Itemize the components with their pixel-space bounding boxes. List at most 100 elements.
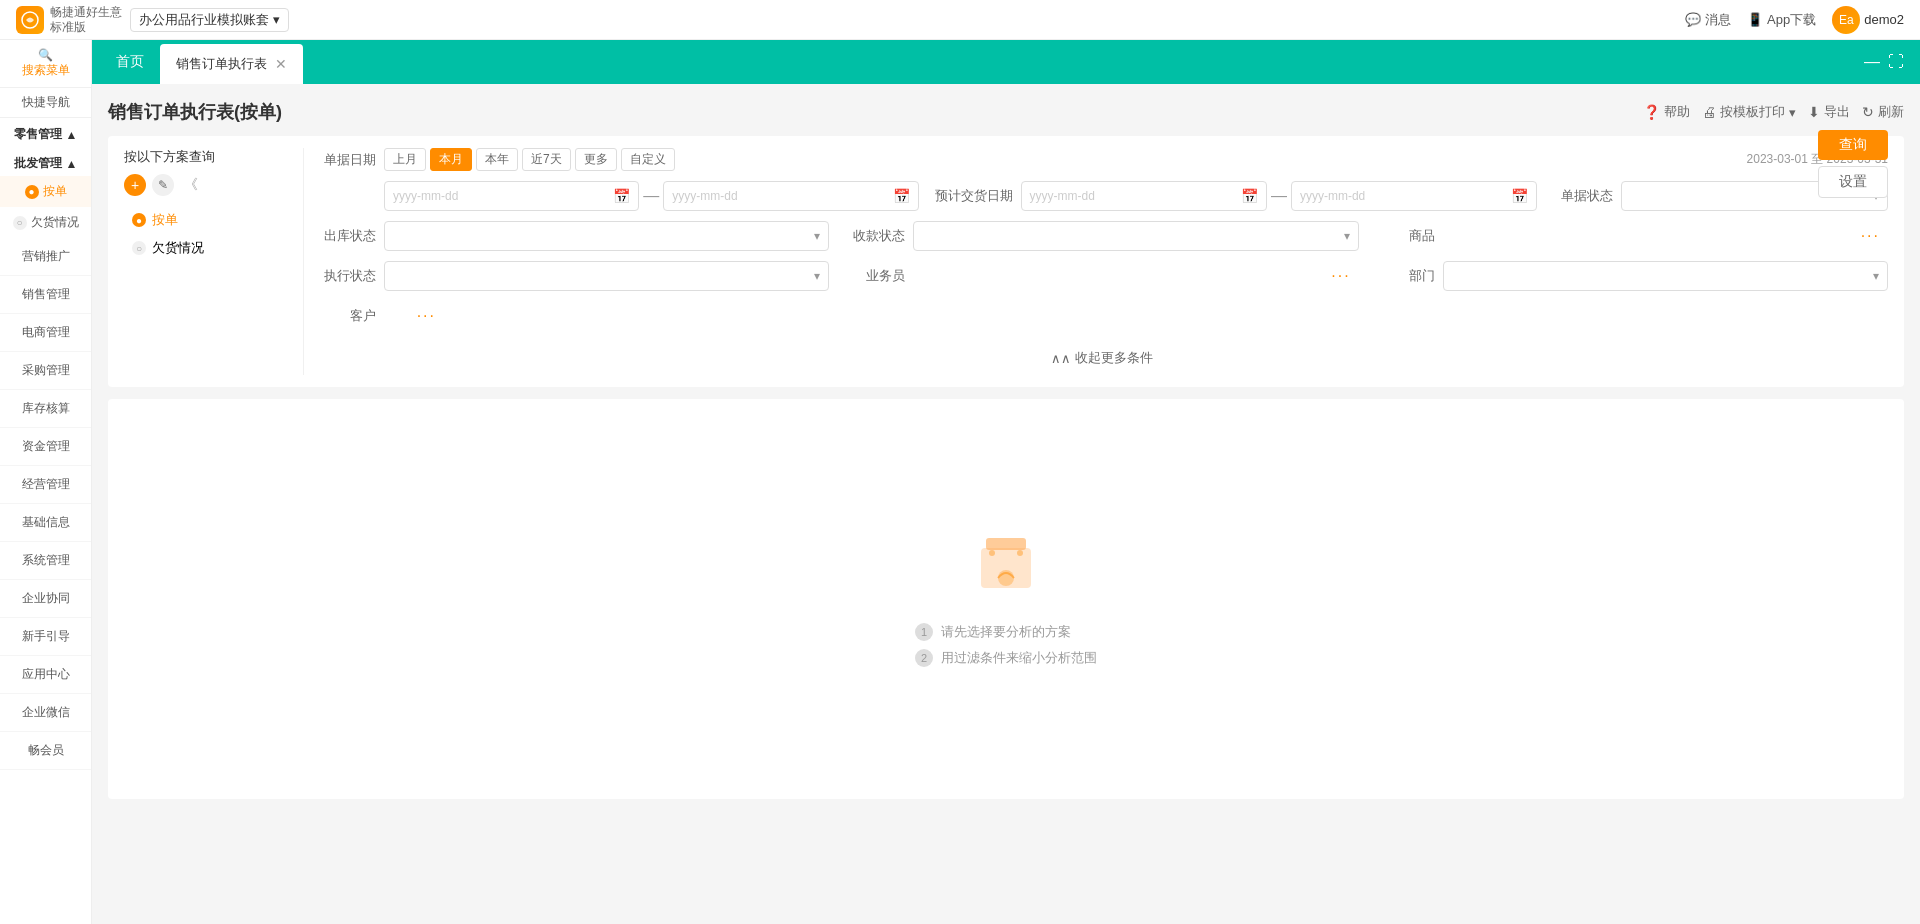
plan-dot-inactive: ○ xyxy=(132,241,146,255)
date-preset-7days[interactable]: 近7天 xyxy=(522,148,571,171)
date-preset-more[interactable]: 更多 xyxy=(575,148,617,171)
message-label: 消息 xyxy=(1705,11,1731,29)
sidebar-item-appstore[interactable]: 应用中心 xyxy=(0,656,91,694)
doc-status-label: 单据状态 xyxy=(1553,187,1613,205)
customer-select[interactable]: ··· xyxy=(384,301,444,331)
date-to-input[interactable]: yyyy-mm-dd 📅 xyxy=(663,181,918,211)
maximize-icon[interactable]: ⛶ xyxy=(1888,53,1904,71)
goods-dots-icon[interactable]: ··· xyxy=(1861,227,1880,245)
sidebar-item-wechat[interactable]: 企业微信 xyxy=(0,694,91,732)
sidebar-search[interactable]: 🔍 搜索菜单 xyxy=(0,40,91,88)
filter-panel: 按以下方案查询 + ✎ 《 ● 按单 ○ 欠货情况 xyxy=(108,136,1904,387)
app-download-label: App下载 xyxy=(1767,11,1816,29)
chevron-down-icon: ▾ xyxy=(273,12,280,27)
date-from-input[interactable]: yyyy-mm-dd 📅 xyxy=(384,181,639,211)
logo-area: 畅捷通好生意 标准版 xyxy=(16,5,122,34)
goods-select[interactable]: ··· xyxy=(1443,221,1888,251)
inactive-dot: ○ xyxy=(13,216,27,230)
user-profile[interactable]: Ea demo2 xyxy=(1832,6,1904,34)
sidebar-item-basic[interactable]: 基础信息 xyxy=(0,504,91,542)
filter-field-payment-status: 收款状态 ▾ xyxy=(845,221,1358,251)
page-actions: ❓ 帮助 🖨 按模板打印 ▾ ⬇ 导出 ↻ 刷新 xyxy=(1643,103,1904,121)
plan-item-byorder[interactable]: ● 按单 xyxy=(124,206,291,234)
exec-status-label: 执行状态 xyxy=(316,267,376,285)
filter-field-customer: 客户 ··· xyxy=(316,301,656,331)
tab-close-icon[interactable]: ✕ xyxy=(275,56,287,72)
empty-steps-list: 1 请先选择要分析的方案 2 用过滤条件来缩小分析范围 xyxy=(915,623,1097,675)
salesperson-select[interactable]: ··· xyxy=(913,261,1358,291)
salesperson-dots-icon[interactable]: ··· xyxy=(1331,267,1350,285)
empty-step-1: 1 请先选择要分析的方案 xyxy=(915,623,1097,641)
expected-date-range: yyyy-mm-dd 📅 — yyyy-mm-dd 📅 xyxy=(1021,181,1538,211)
step-num-1: 1 xyxy=(915,623,933,641)
filter-field-exec-status: 执行状态 ▾ xyxy=(316,261,829,291)
step-num-2: 2 xyxy=(915,649,933,667)
date-preset-thisyear[interactable]: 本年 xyxy=(476,148,518,171)
salesperson-label: 业务员 xyxy=(845,267,905,285)
dept-chevron: ▾ xyxy=(1873,269,1879,283)
plan-item-shortage[interactable]: ○ 欠货情况 xyxy=(124,234,291,262)
date-preset-thismonth[interactable]: 本月 xyxy=(430,148,472,171)
filter-field-daterange: yyyy-mm-dd 📅 — yyyy-mm-dd 📅 xyxy=(316,181,919,211)
sidebar-subitem-shortage[interactable]: ○ 欠货情况 xyxy=(0,207,91,238)
sidebar-item-newbie[interactable]: 新手引导 xyxy=(0,618,91,656)
exec-status-select[interactable]: ▾ xyxy=(384,261,829,291)
sidebar-item-sales[interactable]: 销售管理 xyxy=(0,276,91,314)
filter-row-2: yyyy-mm-dd 📅 — yyyy-mm-dd 📅 xyxy=(316,181,1888,211)
customer-dots-icon[interactable]: ··· xyxy=(417,307,436,325)
expected-date-from[interactable]: yyyy-mm-dd 📅 xyxy=(1021,181,1267,211)
user-name: demo2 xyxy=(1864,12,1904,27)
expected-date-to[interactable]: yyyy-mm-dd 📅 xyxy=(1291,181,1537,211)
sidebar-item-wholesale[interactable]: 批发管理 ▲ xyxy=(0,147,91,176)
app-selector[interactable]: 办公用品行业模拟账套 ▾ xyxy=(130,8,289,32)
sidebar-item-finance[interactable]: 资金管理 xyxy=(0,428,91,466)
settings-button[interactable]: 设置 xyxy=(1818,166,1888,198)
add-plan-button[interactable]: + xyxy=(124,174,146,196)
message-button[interactable]: 💬 消息 xyxy=(1685,11,1731,29)
dept-label: 部门 xyxy=(1375,267,1435,285)
refresh-button[interactable]: ↻ 刷新 xyxy=(1862,103,1904,121)
print-button[interactable]: 🖨 按模板打印 ▾ xyxy=(1702,103,1796,121)
export-button[interactable]: ⬇ 导出 xyxy=(1808,103,1850,121)
collapse-more-btn[interactable]: ∧∧ 收起更多条件 xyxy=(316,341,1888,375)
payment-status-select[interactable]: ▾ xyxy=(913,221,1358,251)
calendar-from-icon: 📅 xyxy=(613,188,630,204)
sidebar-subitem-byorder[interactable]: ● 按单 xyxy=(0,176,91,207)
empty-state: 1 请先选择要分析的方案 2 用过滤条件来缩小分析范围 xyxy=(895,463,1117,735)
logo-icon xyxy=(16,6,44,34)
filter-field-goods: 商品 ··· xyxy=(1375,221,1888,251)
sidebar-item-retail[interactable]: 零售管理 ▲ xyxy=(0,118,91,147)
tab-sales-order-exec[interactable]: 销售订单执行表 ✕ xyxy=(160,44,303,84)
filter-row-3: 出库状态 ▾ 收款状态 ▾ xyxy=(316,221,1888,251)
edit-plan-button[interactable]: ✎ xyxy=(152,174,174,196)
plan-dot-active: ● xyxy=(132,213,146,227)
payment-status-label: 收款状态 xyxy=(845,227,905,245)
stock-status-select[interactable]: ▾ xyxy=(384,221,829,251)
sidebar-item-enterprise[interactable]: 企业协同 xyxy=(0,580,91,618)
collapse-panel-button[interactable]: 《 xyxy=(180,174,202,196)
main-layout: 🔍 搜索菜单 快捷导航 零售管理 ▲ 批发管理 ▲ ● 按单 ○ 欠货情况 营销… xyxy=(0,40,1920,924)
date-preset-lastmonth[interactable]: 上月 xyxy=(384,148,426,171)
sidebar-item-operation[interactable]: 经营管理 xyxy=(0,466,91,504)
filter-row-4: 执行状态 ▾ 业务员 ··· xyxy=(316,261,1888,291)
avatar: Ea xyxy=(1832,6,1860,34)
filter-fields: 单据日期 上月 本月 本年 近7天 更多 自定义 xyxy=(316,148,1888,375)
dept-select[interactable]: ▾ xyxy=(1443,261,1888,291)
app-download-button[interactable]: 📱 App下载 xyxy=(1747,11,1816,29)
sidebar-item-marketing[interactable]: 营销推广 xyxy=(0,238,91,276)
sidebar-quick-nav[interactable]: 快捷导航 xyxy=(0,88,91,118)
sidebar-item-inventory[interactable]: 库存核算 xyxy=(0,390,91,428)
date-range-inputs: yyyy-mm-dd 📅 — yyyy-mm-dd 📅 xyxy=(384,181,919,211)
app-selector-label: 办公用品行业模拟账套 xyxy=(139,11,269,29)
sidebar-item-ecommerce[interactable]: 电商管理 xyxy=(0,314,91,352)
date-preset-custom[interactable]: 自定义 xyxy=(621,148,675,171)
sidebar-item-system[interactable]: 系统管理 xyxy=(0,542,91,580)
help-button[interactable]: ❓ 帮助 xyxy=(1643,103,1690,121)
sidebar-item-member[interactable]: 畅会员 xyxy=(0,732,91,770)
tab-home[interactable]: 首页 xyxy=(100,40,160,84)
sidebar-item-purchase[interactable]: 采购管理 xyxy=(0,352,91,390)
stock-status-label: 出库状态 xyxy=(316,227,376,245)
search-button[interactable]: 查询 xyxy=(1818,130,1888,160)
minimize-icon[interactable]: — xyxy=(1864,53,1880,71)
empty-step-2: 2 用过滤条件来缩小分析范围 xyxy=(915,649,1097,667)
